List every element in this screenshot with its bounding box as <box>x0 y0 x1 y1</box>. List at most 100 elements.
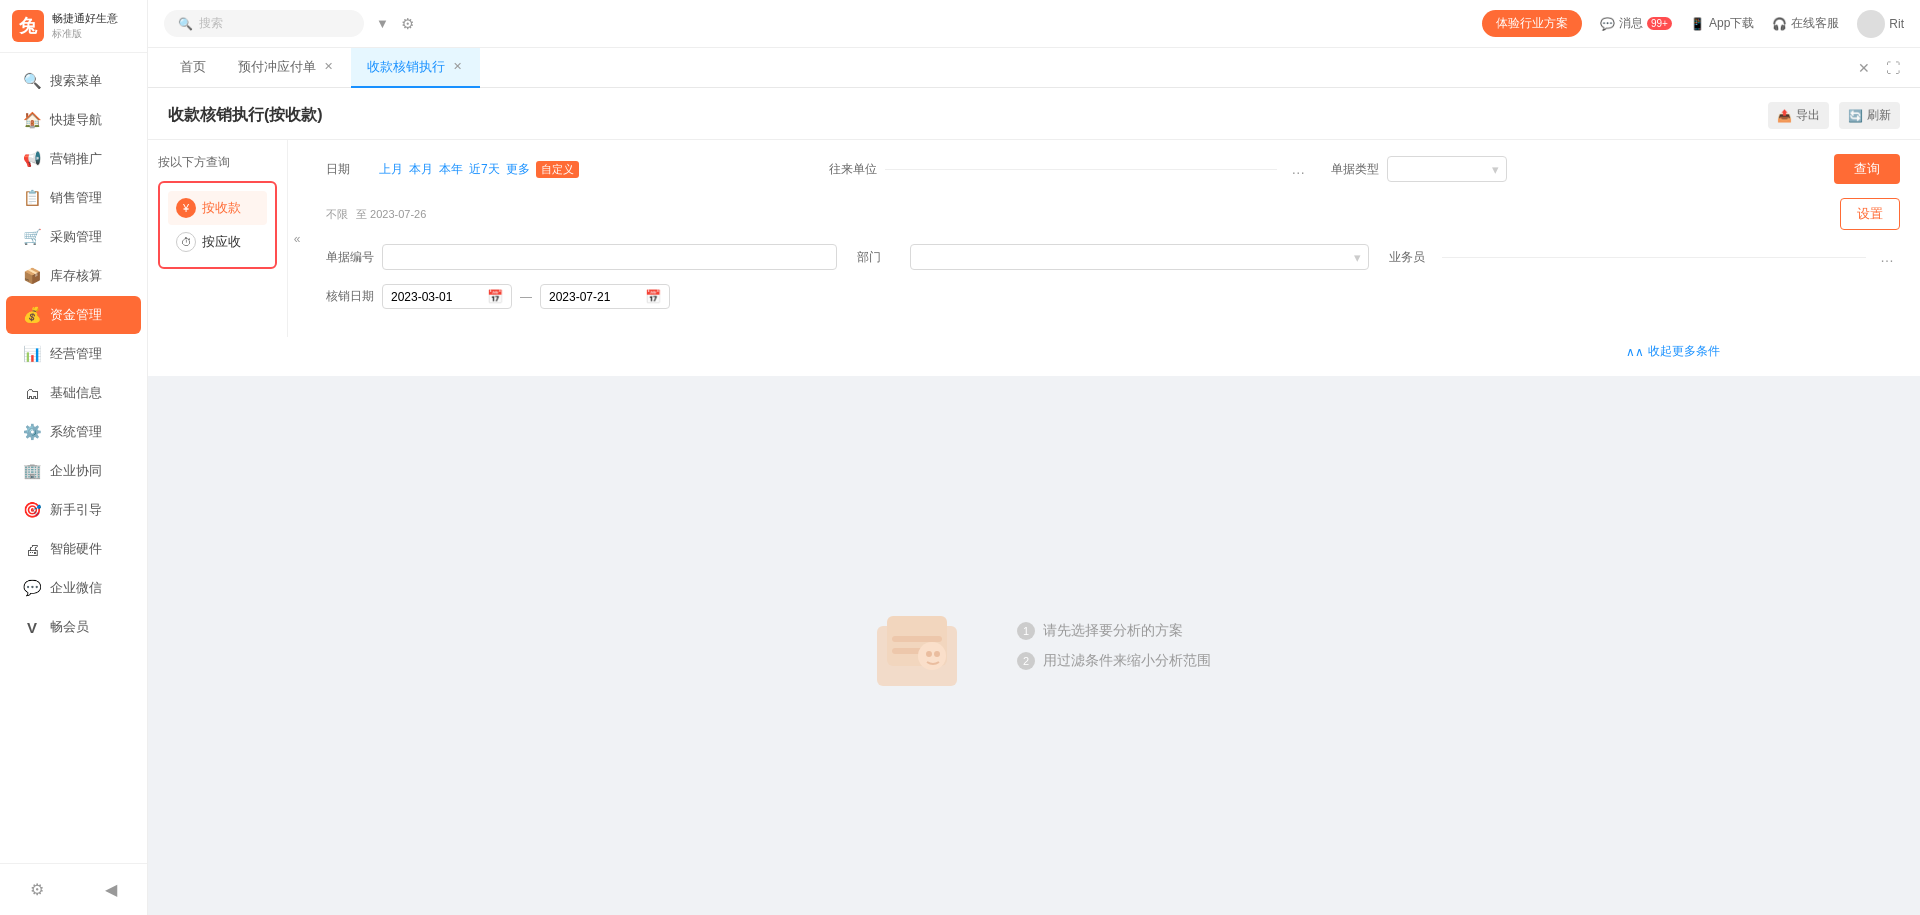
industry-solution-button[interactable]: 体验行业方案 <box>1482 10 1582 37</box>
marketing-icon: 📢 <box>22 150 42 168</box>
filter-sidebar-collapse[interactable]: « <box>288 140 306 337</box>
sidebar-item-system[interactable]: ⚙️ 系统管理 <box>6 413 141 451</box>
quick-nav-icon: 🏠 <box>22 111 42 129</box>
dept-label: 部门 <box>857 249 902 266</box>
sidebar-nav: 🔍 搜索菜单 🏠 快捷导航 📢 营销推广 📋 销售管理 🛒 采购管理 📦 库存核… <box>0 53 147 863</box>
refresh-button[interactable]: 🔄 刷新 <box>1839 102 1900 129</box>
date-this-month[interactable]: 本月 <box>409 161 433 178</box>
service-icon: 🎧 <box>1772 17 1787 31</box>
tab-fullscreen-icon[interactable]: ⛶ <box>1882 56 1904 80</box>
export-icon: 📤 <box>1777 109 1792 123</box>
date-custom-tag[interactable]: 自定义 <box>536 161 579 178</box>
date-more[interactable]: 更多 <box>506 161 530 178</box>
sidebar-item-wechat[interactable]: 💬 企业微信 <box>6 569 141 607</box>
tab-prepay-label: 预付冲应付单 <box>238 58 316 76</box>
sidebar-item-label: 智能硬件 <box>50 540 102 558</box>
sidebar-item-guide[interactable]: 🎯 新手引导 <box>6 491 141 529</box>
filter-row-1: 日期 上月 本月 本年 近7天 更多 自定义 往来单位 <box>326 154 1900 184</box>
sidebar-item-basic-info[interactable]: 🗂 基础信息 <box>6 374 141 412</box>
voucher-type-select[interactable] <box>1387 156 1507 182</box>
export-label: 导出 <box>1796 107 1820 124</box>
tab-home[interactable]: 首页 <box>164 48 222 88</box>
tab-prepay-close[interactable]: ✕ <box>322 59 335 74</box>
sidebar-item-marketing[interactable]: 📢 营销推广 <box>6 140 141 178</box>
sidebar-item-sales[interactable]: 📋 销售管理 <box>6 179 141 217</box>
sidebar-item-enterprise[interactable]: 🏢 企业协同 <box>6 452 141 490</box>
sidebar-item-funds[interactable]: 💰 资金管理 <box>6 296 141 334</box>
sidebar-item-label: 资金管理 <box>50 306 102 324</box>
sidebar-item-member[interactable]: V 畅会员 <box>6 608 141 646</box>
sidebar-item-label: 企业协同 <box>50 462 102 480</box>
tab-prepay[interactable]: 预付冲应付单 ✕ <box>222 48 351 88</box>
date-last-month[interactable]: 上月 <box>379 161 403 178</box>
svg-point-4 <box>918 642 946 670</box>
app-download-icon: 📱 <box>1690 17 1705 31</box>
app-logo: 兔 畅捷通好生意 标准版 <box>0 0 147 53</box>
sidebar-item-search-menu[interactable]: 🔍 搜索菜单 <box>6 62 141 100</box>
step-2-num: 2 <box>1017 652 1035 670</box>
header-search-bar[interactable]: 🔍 搜索 <box>164 10 364 37</box>
refresh-label: 刷新 <box>1867 107 1891 124</box>
sidebar-item-label: 采购管理 <box>50 228 102 246</box>
settings-button[interactable]: 设置 <box>1840 198 1900 230</box>
date-this-year[interactable]: 本年 <box>439 161 463 178</box>
guide-icon: 🎯 <box>22 501 42 519</box>
logo-icon: 兔 <box>12 10 44 42</box>
search-placeholder: 搜索 <box>199 15 223 32</box>
sidebar-item-purchase[interactable]: 🛒 采购管理 <box>6 218 141 256</box>
app-download-button[interactable]: 📱 App下载 <box>1690 15 1754 32</box>
writeoff-date-from-input[interactable] <box>391 290 481 304</box>
filter-option-by-receipt[interactable]: ¥ 按收款 <box>168 191 267 225</box>
user-profile[interactable]: Rit <box>1857 10 1904 38</box>
enterprise-icon: 🏢 <box>22 462 42 480</box>
main-area: 🔍 搜索 ▼ ⚙ 体验行业方案 💬 消息 99+ 📱 App下载 🎧 在线客服 <box>148 0 1920 915</box>
online-service-button[interactable]: 🎧 在线客服 <box>1772 15 1839 32</box>
app-name: 畅捷通好生意 <box>52 11 118 26</box>
date-no-limit-label: 不限 <box>326 207 348 222</box>
dept-select-wrap: ▾ <box>910 244 1368 270</box>
collapse-icon: ∧∧ <box>1626 345 1644 359</box>
date-filter-group: 日期 上月 本月 本年 近7天 更多 自定义 <box>326 161 809 178</box>
message-label: 消息 <box>1619 15 1643 32</box>
filter-row-2: 不限 至 2023-07-26 设置 <box>326 198 1900 230</box>
sidebar-item-label: 库存核算 <box>50 267 102 285</box>
sidebar-item-inventory[interactable]: 📦 库存核算 <box>6 257 141 295</box>
sidebar-item-hardware[interactable]: 🖨 智能硬件 <box>6 530 141 568</box>
salesperson-more-btn[interactable]: … <box>1874 247 1900 267</box>
dept-select[interactable] <box>910 244 1368 270</box>
wechat-icon: 💬 <box>22 579 42 597</box>
tab-bar: 首页 预付冲应付单 ✕ 收款核销执行 ✕ ✕ ⛶ <box>148 48 1920 88</box>
page-title: 收款核销执行(按收款) <box>168 105 323 126</box>
export-button[interactable]: 📤 导出 <box>1768 102 1829 129</box>
app-edition: 标准版 <box>52 27 118 41</box>
header-dropdown-icon[interactable]: ▼ <box>376 16 389 31</box>
message-button[interactable]: 💬 消息 99+ <box>1600 15 1672 32</box>
counterpart-more-btn[interactable]: … <box>1285 159 1311 179</box>
sidebar: 兔 畅捷通好生意 标准版 🔍 搜索菜单 🏠 快捷导航 📢 营销推广 📋 销售管理… <box>0 0 148 915</box>
svg-point-5 <box>926 651 932 657</box>
query-button[interactable]: 查询 <box>1834 154 1900 184</box>
date-shortcuts: 上月 本月 本年 近7天 更多 自定义 <box>379 161 579 178</box>
counterpart-label: 往来单位 <box>829 161 877 178</box>
writeoff-date-from-cal[interactable]: 📅 <box>487 289 503 304</box>
search-menu-icon: 🔍 <box>22 72 42 90</box>
sidebar-settings-button[interactable]: ⚙ <box>22 872 52 907</box>
message-badge: 99+ <box>1647 17 1672 30</box>
sidebar-item-operations[interactable]: 📊 经营管理 <box>6 335 141 373</box>
tab-close-all-icon[interactable]: ✕ <box>1854 56 1874 80</box>
collapse-more-btn[interactable]: ∧∧ 收起更多条件 <box>1626 337 1720 366</box>
sidebar-collapse-button[interactable]: ◀ <box>97 872 125 907</box>
writeoff-date-to-cal[interactable]: 📅 <box>645 289 661 304</box>
voucher-no-input[interactable] <box>382 244 837 270</box>
filter-sidebar-title: 按以下方查询 <box>158 154 277 171</box>
empty-step-2: 2 用过滤条件来缩小分析范围 <box>1017 652 1211 670</box>
tab-receipt-writeoff-close[interactable]: ✕ <box>451 59 464 74</box>
sidebar-item-quick-nav[interactable]: 🏠 快捷导航 <box>6 101 141 139</box>
tab-receipt-writeoff[interactable]: 收款核销执行 ✕ <box>351 48 480 88</box>
tab-home-label: 首页 <box>180 58 206 76</box>
writeoff-date-to-input[interactable] <box>549 290 639 304</box>
date-7days[interactable]: 近7天 <box>469 161 500 178</box>
filter-main: 日期 上月 本月 本年 近7天 更多 自定义 往来单位 <box>306 140 1920 337</box>
header-settings-icon[interactable]: ⚙ <box>401 15 414 33</box>
filter-option-by-receivable[interactable]: ⏱ 按应收 <box>168 225 267 259</box>
